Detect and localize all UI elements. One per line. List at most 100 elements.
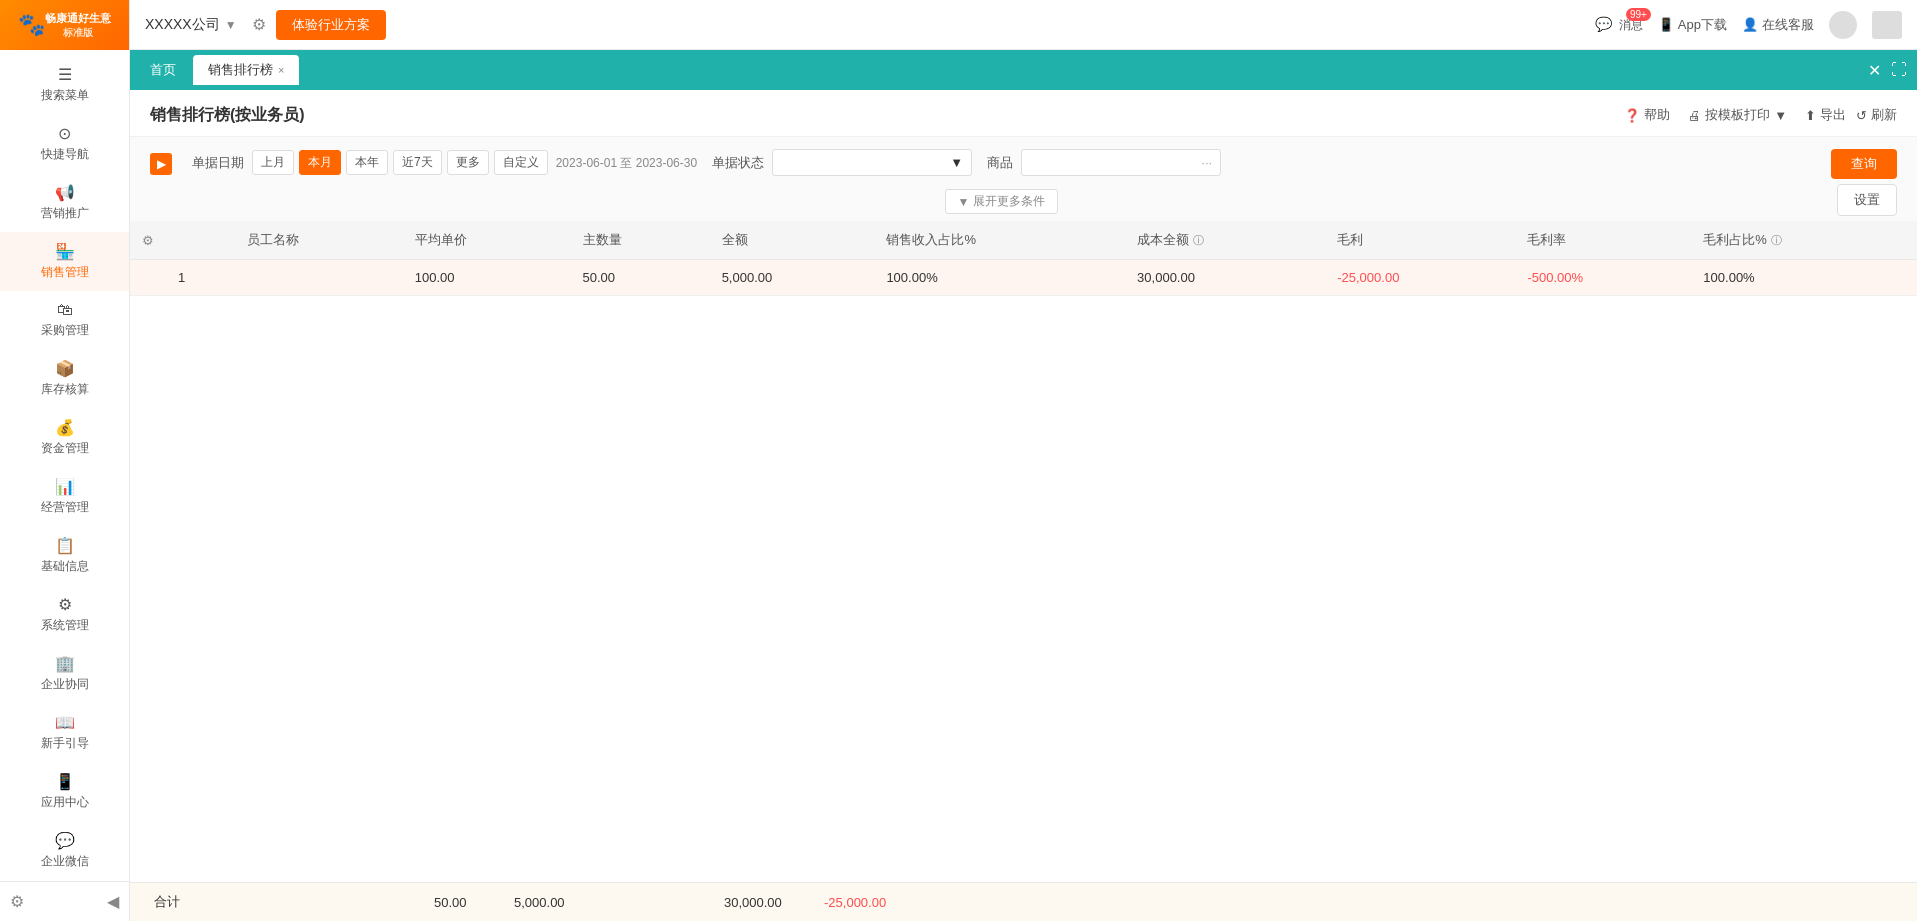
date-btn-curr-month[interactable]: 本月 <box>299 150 341 175</box>
footer-cost: 30,000.00 <box>712 895 812 910</box>
sidebar-label-finance: 资金管理 <box>41 440 89 457</box>
table-container: ⚙ 员工名称 平均单价 主数量 全额 销售收入占比% 成本全额 ⓘ 毛利 毛利率… <box>130 221 1917 882</box>
tab-close-icon[interactable]: × <box>278 64 284 76</box>
tab-sales-ranking[interactable]: 销售排行榜 × <box>193 55 299 85</box>
page-header: 销售排行榜(按业务员) ❓ 帮助 🖨 按模板打印 ▼ ⬆ 导出 ↺ 刷新 <box>130 90 1917 137</box>
filter-toggle-button[interactable]: ▶ <box>150 153 172 175</box>
status-filter: 单据状态 ▼ <box>712 149 972 176</box>
topbar-settings-icon[interactable]: ⚙ <box>252 15 266 34</box>
trial-button[interactable]: 体验行业方案 <box>276 10 386 40</box>
topbar-right: 💬 99+ 消息 📱 App下载 👤 在线客服 <box>1595 11 1902 39</box>
footer-label: 合计 <box>142 893 342 911</box>
sidebar-label-quick-nav: 快捷导航 <box>41 146 89 163</box>
date-btn-custom[interactable]: 自定义 <box>494 150 548 175</box>
online-service-button[interactable]: 👤 在线客服 <box>1742 16 1814 34</box>
cell-main-qty: 50.00 <box>571 260 710 296</box>
date-btn-prev-month[interactable]: 上月 <box>252 150 294 175</box>
avatar[interactable] <box>1829 11 1857 39</box>
sidebar-item-basic-info[interactable]: 📋基础信息 <box>0 526 129 585</box>
company-name: XXXXX公司 <box>145 16 220 34</box>
table-footer: 合计 50.00 5,000.00 30,000.00 -25,000.00 <box>130 882 1917 921</box>
date-btn-curr-year[interactable]: 本年 <box>346 150 388 175</box>
tabbar-maximize-icon[interactable]: ⛶ <box>1891 61 1907 79</box>
print-chevron-icon: ▼ <box>1774 108 1787 123</box>
footer-main-qty: 50.00 <box>422 895 502 910</box>
sidebar-settings-icon[interactable]: ⚙ <box>10 892 24 911</box>
message-button[interactable]: 💬 99+ 消息 <box>1595 16 1643 34</box>
date-range: 2023-06-01 至 2023-06-30 <box>556 155 697 172</box>
print-label: 按模板打印 <box>1705 106 1770 124</box>
status-label: 单据状态 <box>712 154 764 172</box>
sidebar-item-finance[interactable]: 💰资金管理 <box>0 408 129 467</box>
sidebar-icon-quick-nav: ⊙ <box>58 124 71 143</box>
sidebar-label-marketing: 营销推广 <box>41 205 89 222</box>
sidebar-collapse-icon[interactable]: ◀ <box>107 892 119 911</box>
help-icon: ❓ <box>1624 108 1640 123</box>
cost-info-icon: ⓘ <box>1193 234 1204 246</box>
tabbar: 首页 销售排行榜 × ✕ ⛶ <box>130 50 1917 90</box>
cell-avg-price: 100.00 <box>403 260 571 296</box>
col-profit-pct: 毛利占比% ⓘ <box>1691 221 1917 260</box>
sidebar-label-inventory: 库存核算 <box>41 381 89 398</box>
print-button[interactable]: 🖨 按模板打印 ▼ <box>1680 102 1795 128</box>
sidebar-item-app-center[interactable]: 📱应用中心 <box>0 762 129 821</box>
footer-profit: -25,000.00 <box>812 895 912 910</box>
sidebar-item-marketing[interactable]: 📢营销推广 <box>0 173 129 232</box>
query-button[interactable]: 查询 <box>1831 149 1897 179</box>
sidebar-item-system[interactable]: ⚙ 系统管理 <box>0 585 129 644</box>
sidebar-item-inventory[interactable]: 📦 库存核算 <box>0 349 129 408</box>
sidebar-icon-system: ⚙ <box>58 595 72 614</box>
sidebar-icon-app-center: 📱 <box>55 772 75 791</box>
sidebar-item-guide[interactable]: 📖新手引导 <box>0 703 129 762</box>
date-btn-more[interactable]: 更多 <box>447 150 489 175</box>
col-profit-rate: 毛利率 <box>1515 221 1691 260</box>
filter-area: ▶ 单据日期 上月 本月 本年 近7天 更多 自定义 <box>130 137 1917 221</box>
sidebar-item-quick-nav[interactable]: ⊙ 快捷导航 <box>0 114 129 173</box>
tabbar-close-icon[interactable]: ✕ <box>1868 61 1881 80</box>
sidebar-label-guide: 新手引导 <box>41 735 89 752</box>
date-label: 单据日期 <box>192 154 244 172</box>
date-btn-7days[interactable]: 近7天 <box>393 150 442 175</box>
expand-row: ▼ 展开更多条件 <box>192 184 1811 216</box>
company-selector[interactable]: XXXXX公司 ▼ <box>145 16 237 34</box>
app-download-icon: 📱 <box>1658 17 1674 32</box>
sidebar-item-enterprise[interactable]: 🏢 企业协同 <box>0 644 129 703</box>
sidebar-item-purchase[interactable]: 🛍采购管理 <box>0 291 129 349</box>
help-button[interactable]: ❓ 帮助 <box>1624 106 1670 124</box>
filter-actions: 查询 设置 <box>1831 149 1897 216</box>
col-settings[interactable]: ⚙ <box>130 221 166 260</box>
sidebar-label-enterprise: 企业协同 <box>41 676 89 693</box>
sidebar-label-system: 系统管理 <box>41 617 89 634</box>
cell-profit: -25,000.00 <box>1325 260 1515 296</box>
goods-more-icon: ··· <box>1201 155 1212 170</box>
goods-input[interactable]: ··· <box>1021 149 1221 176</box>
export-button[interactable]: ⬆ 导出 <box>1805 106 1846 124</box>
col-main-qty: 主数量 <box>571 221 710 260</box>
logo-line2: 标准版 <box>45 26 111 39</box>
sidebar-item-operations[interactable]: 📊经营管理 <box>0 467 129 526</box>
refresh-button[interactable]: ↺ 刷新 <box>1856 106 1897 124</box>
setting-button[interactable]: 设置 <box>1837 184 1897 216</box>
sidebar-icon-inventory: 📦 <box>55 359 75 378</box>
app-download-button[interactable]: 📱 App下载 <box>1658 16 1727 34</box>
expand-button[interactable]: ▼ 展开更多条件 <box>945 189 1059 214</box>
sidebar-item-sales[interactable]: 🏪销售管理 <box>0 232 129 291</box>
status-select[interactable]: ▼ <box>772 149 972 176</box>
table-row: 1 100.00 50.00 5,000.00 100.00% 30,000.0… <box>130 260 1917 296</box>
tab-home[interactable]: 首页 <box>135 53 191 87</box>
sidebar-item-search[interactable]: ☰搜索菜单 <box>0 55 129 114</box>
sidebar-icon-enterprise: 🏢 <box>55 654 75 673</box>
col-avg-price: 平均单价 <box>403 221 571 260</box>
expand-label: 展开更多条件 <box>973 193 1045 210</box>
export-icon: ⬆ <box>1805 108 1816 123</box>
refresh-icon: ↺ <box>1856 108 1867 123</box>
sidebar-label-sales: 销售管理 <box>41 264 89 281</box>
profit-pct-info-icon: ⓘ <box>1771 234 1782 246</box>
app-logo: 🐾 畅康通好生意 标准版 <box>0 0 129 50</box>
export-label: 导出 <box>1820 106 1846 124</box>
table-header: ⚙ 员工名称 平均单价 主数量 全额 销售收入占比% 成本全额 ⓘ 毛利 毛利率… <box>130 221 1917 260</box>
cell-settings <box>130 260 166 296</box>
sidebar-item-wechat[interactable]: 💬企业微信 <box>0 821 129 880</box>
main-area: XXXXX公司 ▼ ⚙ 体验行业方案 💬 99+ 消息 📱 App下载 👤 在线… <box>130 0 1917 921</box>
message-badge: 99+ <box>1626 8 1651 21</box>
